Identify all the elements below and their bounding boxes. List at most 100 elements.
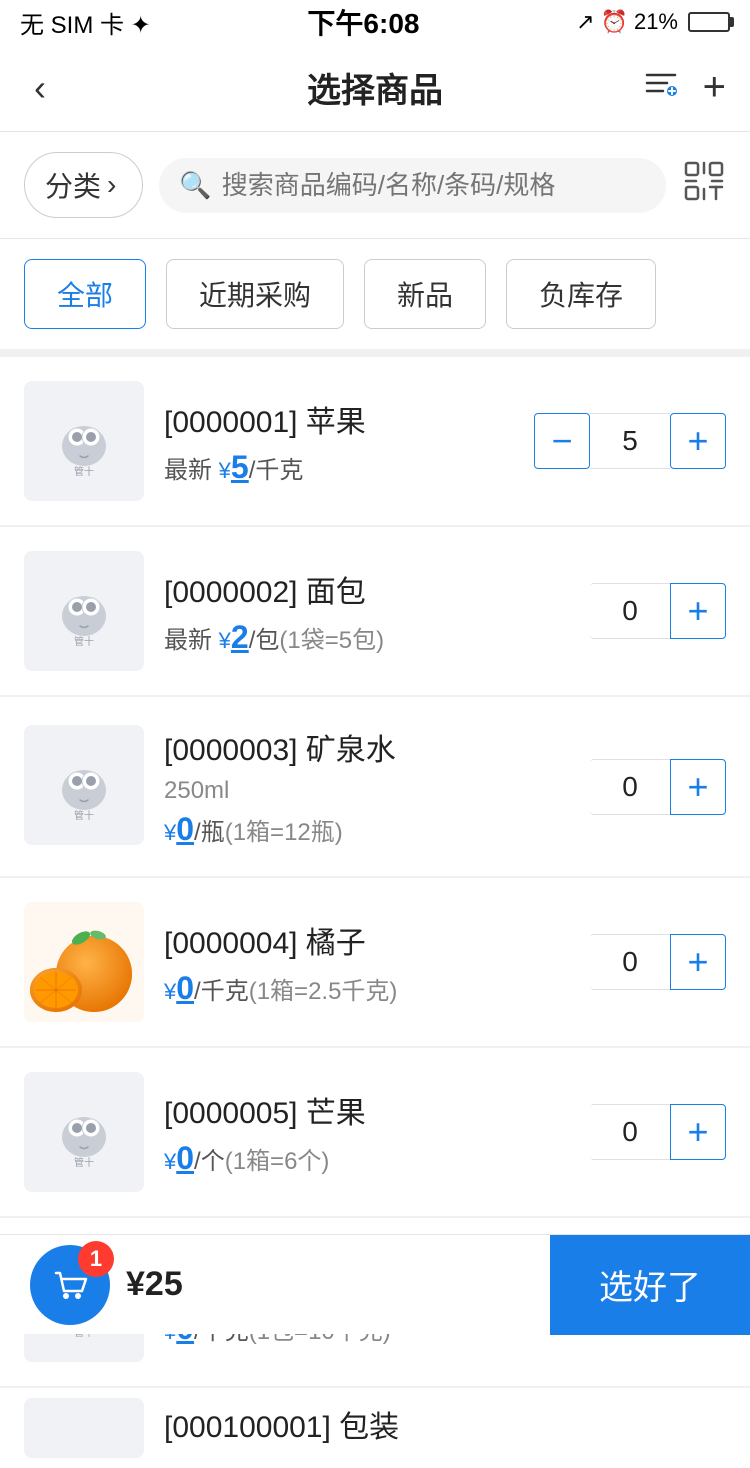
- cart-total: ¥25: [126, 1265, 183, 1304]
- tab-negative[interactable]: 负库存: [506, 259, 656, 329]
- status-left: 无 SIM 卡 ✦: [20, 5, 151, 40]
- price-unit: /个: [194, 1148, 225, 1175]
- list-item: 管十 [0000002] 面包 最新 ¥2/包(1袋=5包) +: [0, 527, 750, 695]
- decrease-button[interactable]: −: [534, 413, 590, 469]
- product-info: [0000004] 橘子 ¥0/千克(1箱=2.5千克): [164, 918, 570, 1007]
- product-price: ¥0/瓶(1箱=12瓶): [164, 811, 570, 848]
- product-price: ¥0/个(1箱=6个): [164, 1140, 570, 1177]
- add-button[interactable]: +: [703, 65, 726, 110]
- category-chevron: ›: [107, 169, 116, 201]
- product-name: [0000002] 面包: [164, 567, 570, 611]
- alarm-icon: ⏰: [601, 9, 628, 35]
- owl-logo: 管十: [44, 401, 124, 481]
- price-extra: (1袋=5包): [279, 627, 384, 654]
- no-sim-label: 无 SIM 卡 ✦: [20, 5, 151, 40]
- back-button[interactable]: ‹: [24, 57, 56, 119]
- nav-bar: ‹ 选择商品 +: [0, 44, 750, 132]
- location-icon: ↗: [576, 9, 594, 35]
- quantity-input[interactable]: [590, 1104, 670, 1160]
- product-price: ¥0/千克(1箱=2.5千克): [164, 970, 570, 1007]
- price-yen: ¥: [164, 979, 176, 1004]
- price-num: 2: [231, 619, 249, 655]
- tab-new[interactable]: 新品: [364, 259, 486, 329]
- price-num: 5: [231, 449, 249, 485]
- product-info: [0000002] 面包 最新 ¥2/包(1袋=5包): [164, 567, 570, 656]
- price-extra: (1箱=12瓶): [225, 819, 343, 846]
- category-label: 分类: [45, 165, 101, 205]
- svg-text:管十: 管十: [74, 809, 94, 822]
- list-item: [0000004] 橘子 ¥0/千克(1箱=2.5千克) +: [0, 878, 750, 1046]
- svg-text:管十: 管十: [74, 465, 94, 478]
- cart-icon-wrap[interactable]: 1: [30, 1245, 110, 1325]
- product-image: [24, 902, 144, 1022]
- price-unit: /包: [249, 627, 280, 654]
- quantity-control: +: [590, 759, 726, 815]
- price-num: 0: [176, 970, 194, 1006]
- category-button[interactable]: 分类 ›: [24, 152, 143, 218]
- tab-recent[interactable]: 近期采购: [166, 259, 344, 329]
- increase-button[interactable]: +: [670, 759, 726, 815]
- filter-tabs: 全部 近期采购 新品 负库存: [0, 239, 750, 357]
- cart-section: 1 ¥25: [0, 1245, 550, 1325]
- nav-actions: +: [643, 65, 726, 110]
- price-unit: /瓶: [194, 819, 225, 846]
- quantity-input[interactable]: [590, 934, 670, 990]
- price-yen: ¥: [219, 628, 231, 653]
- price-num: 0: [176, 811, 194, 847]
- product-name: [000100001] 包装: [164, 1402, 726, 1446]
- status-bar: 无 SIM 卡 ✦ 下午6:08 ↗ ⏰ 21%: [0, 0, 750, 44]
- quantity-control: +: [590, 934, 726, 990]
- product-name: [0000004] 橘子: [164, 918, 570, 962]
- price-num: 0: [176, 1140, 194, 1176]
- quantity-input[interactable]: [590, 759, 670, 815]
- product-price: 最新 ¥5/千克: [164, 449, 514, 486]
- page-title: 选择商品: [307, 63, 443, 112]
- product-image: 管十: [24, 1072, 144, 1192]
- price-yen: ¥: [164, 820, 176, 845]
- price-yen: ¥: [164, 1149, 176, 1174]
- list-item: [000100001] 包装: [0, 1388, 750, 1468]
- product-name: [0000001] 苹果: [164, 397, 514, 441]
- product-price: 最新 ¥2/包(1袋=5包): [164, 619, 570, 656]
- increase-button[interactable]: +: [670, 934, 726, 990]
- search-input[interactable]: [222, 170, 646, 201]
- list-item: 管十 [0000005] 芒果 ¥0/个(1箱=6个) +: [0, 1048, 750, 1216]
- cart-badge: 1: [78, 1241, 114, 1277]
- price-unit: /千克: [194, 978, 249, 1005]
- scan-icon[interactable]: [682, 159, 726, 212]
- quantity-input[interactable]: [590, 583, 670, 639]
- list-item: 管十 [0000003] 矿泉水 250ml ¥0/瓶(1箱=12瓶) +: [0, 697, 750, 876]
- price-prefix: 最新: [164, 457, 219, 484]
- confirm-button[interactable]: 选好了: [550, 1235, 750, 1335]
- status-right: ↗ ⏰ 21%: [576, 9, 730, 35]
- product-image: 管十: [24, 551, 144, 671]
- list-item: 管十 [0000001] 苹果 最新 ¥5/千克 − +: [0, 357, 750, 525]
- price-unit: /千克: [249, 457, 304, 484]
- increase-button[interactable]: +: [670, 413, 726, 469]
- status-time: 下午6:08: [307, 2, 419, 42]
- owl-logo: 管十: [44, 745, 124, 825]
- price-yen: ¥: [219, 458, 231, 483]
- price-extra: (1箱=6个): [225, 1148, 330, 1175]
- search-box: 🔍: [159, 158, 666, 213]
- svg-text:管十: 管十: [74, 635, 94, 648]
- product-name: [0000003] 矿泉水: [164, 725, 570, 769]
- increase-button[interactable]: +: [670, 1104, 726, 1160]
- tab-all[interactable]: 全部: [24, 259, 146, 329]
- filter-icon[interactable]: [643, 65, 679, 110]
- price-prefix: 最新: [164, 627, 219, 654]
- product-info: [000100001] 包装: [164, 1402, 726, 1454]
- product-info: [0000005] 芒果 ¥0/个(1箱=6个): [164, 1088, 570, 1177]
- quantity-input[interactable]: [590, 413, 670, 469]
- quantity-control: − +: [534, 413, 726, 469]
- search-area: 分类 › 🔍: [0, 132, 750, 239]
- quantity-control: +: [590, 583, 726, 639]
- bottom-bar: 1 ¥25 选好了: [0, 1234, 750, 1334]
- owl-logo: 管十: [44, 571, 124, 651]
- owl-logo: 管十: [44, 1092, 124, 1172]
- quantity-control: +: [590, 1104, 726, 1160]
- price-extra: (1箱=2.5千克): [249, 978, 398, 1005]
- battery-percent: 21%: [634, 9, 678, 35]
- product-info: [0000003] 矿泉水 250ml ¥0/瓶(1箱=12瓶): [164, 725, 570, 848]
- increase-button[interactable]: +: [670, 583, 726, 639]
